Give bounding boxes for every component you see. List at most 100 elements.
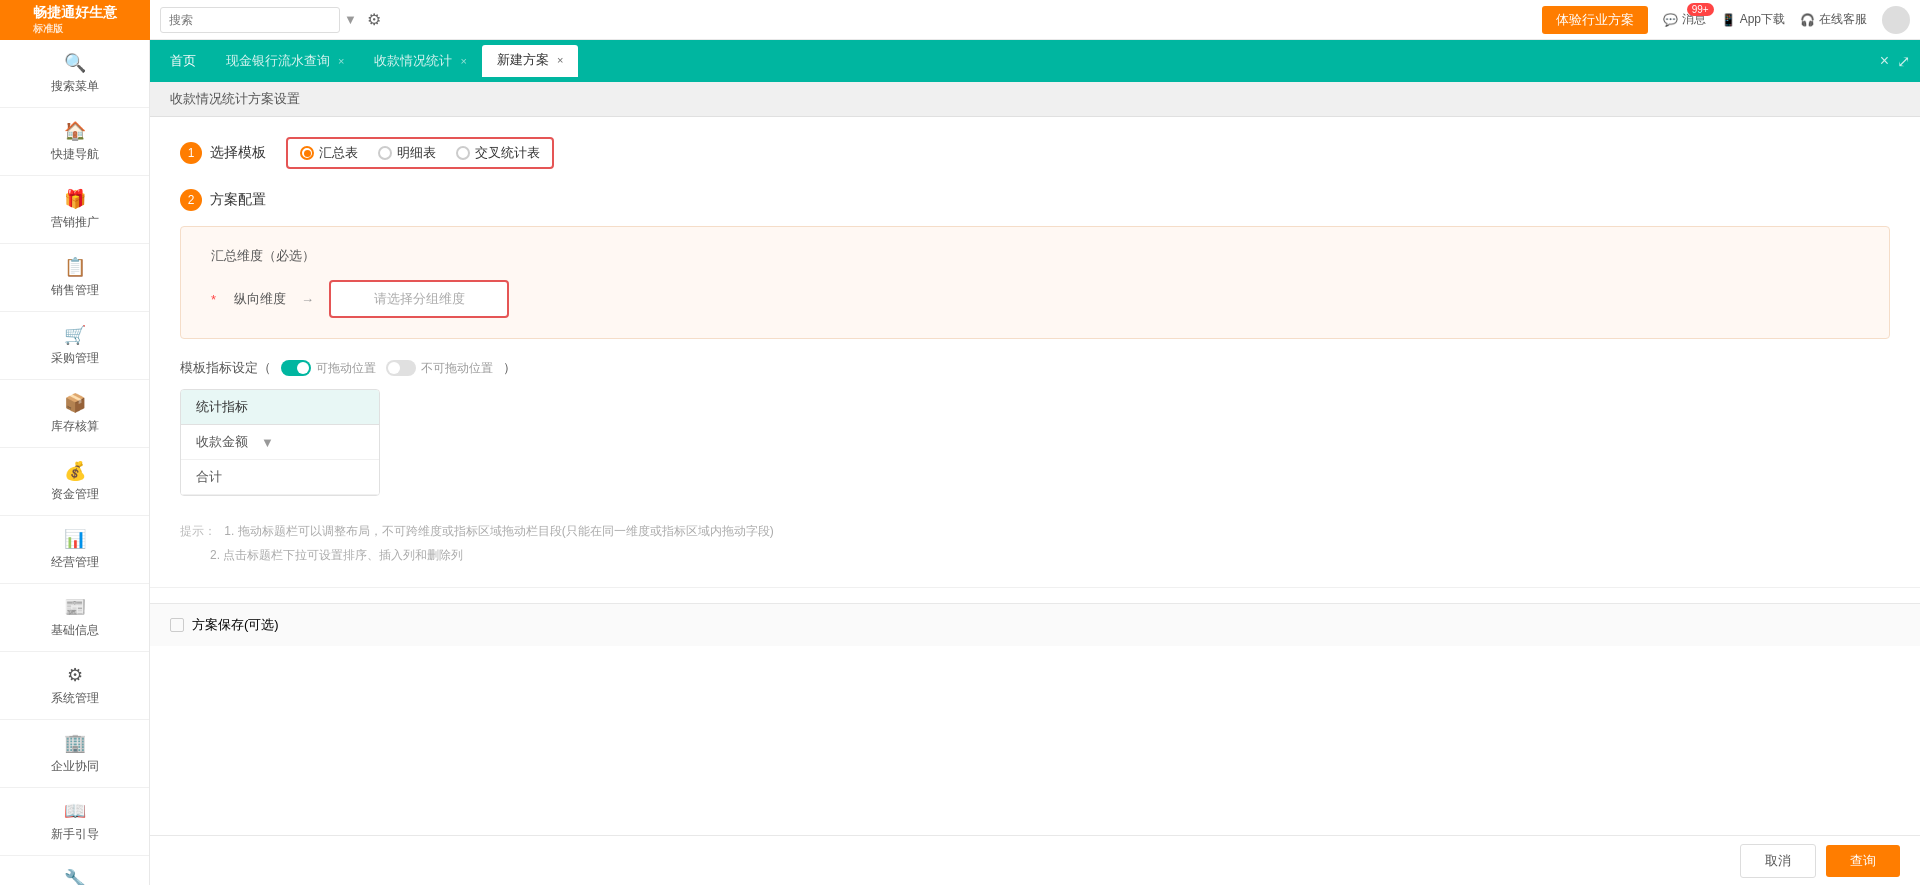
cart-icon: 🛒	[64, 324, 86, 346]
tab-cashflow[interactable]: 现金银行流水查询 ×	[211, 45, 359, 77]
indicator-item-0[interactable]: 收款金额 ▼	[181, 425, 379, 460]
step1-badge: 1	[180, 142, 202, 164]
step1-label: 选择模板	[210, 144, 266, 162]
radio-detail[interactable]: 明细表	[378, 144, 436, 162]
tab-home-label: 首页	[170, 52, 196, 70]
app-download-label: App下载	[1740, 11, 1785, 28]
tab-receipts[interactable]: 收款情况统计 ×	[359, 45, 481, 77]
tab-home[interactable]: 首页	[155, 45, 211, 77]
sidebar: 🔍 搜索菜单 🏠 快捷导航 🎁 营销推广 📋 销售管理 🛒 采购管理 📦 库存核…	[0, 40, 150, 885]
tip-item-0: 1. 拖动标题栏可以调整布局，不可跨维度或指标区域拖动栏目段(只能在同一维度或指…	[224, 524, 773, 538]
sidebar-item-guide[interactable]: 📖 新手引导	[0, 788, 149, 856]
toggle1-text: 可拖动位置	[316, 360, 376, 377]
step2-label: 方案配置	[210, 191, 266, 209]
step2-section: 2 方案配置 汇总维度（必选） * 纵向维度 → 请选择分组维度	[180, 189, 1890, 567]
dimension-title: 汇总维度（必选）	[211, 247, 1859, 265]
top-header: 畅捷通好生意 标准版 ▼ ⚙ 体验行业方案 💬 消息 99+ 📱 App下载 🎧…	[0, 0, 1920, 40]
sidebar-label-system: 系统管理	[51, 690, 99, 707]
indicator-settings-header: 模板指标设定（ 可拖动位置 不可拖动位置 ）	[180, 359, 1890, 377]
window-close-button[interactable]: ×	[1880, 52, 1889, 70]
toggle1-box[interactable]	[281, 360, 311, 376]
sidebar-label-inventory: 库存核算	[51, 418, 99, 435]
tips-section: 提示： 1. 拖动标题栏可以调整布局，不可跨维度或指标区域拖动栏目段(只能在同一…	[180, 519, 1890, 567]
dimension-placeholder: 请选择分组维度	[374, 290, 465, 308]
sidebar-label-collab: 企业协同	[51, 758, 99, 775]
radio-cross-label: 交叉统计表	[475, 144, 540, 162]
sidebar-label-nav: 快捷导航	[51, 146, 99, 163]
dimension-selector[interactable]: 请选择分组维度	[329, 280, 509, 318]
home-icon: 🏠	[64, 120, 86, 142]
sidebar-item-search[interactable]: 🔍 搜索菜单	[0, 40, 149, 108]
sidebar-item-purchase[interactable]: 🛒 采购管理	[0, 312, 149, 380]
step2-badge: 2	[180, 189, 202, 211]
tab-cashflow-close[interactable]: ×	[338, 55, 344, 67]
logo: 畅捷通好生意 标准版	[0, 0, 150, 40]
sidebar-item-business[interactable]: 📊 经营管理	[0, 516, 149, 584]
gift-icon: 🎁	[64, 188, 86, 210]
tab-receipts-label: 收款情况统计	[374, 52, 452, 70]
sidebar-item-system[interactable]: ⚙ 系统管理	[0, 652, 149, 720]
sidebar-item-inventory[interactable]: 📦 库存核算	[0, 380, 149, 448]
industry-button[interactable]: 体验行业方案	[1542, 6, 1648, 34]
tab-bar: 首页 现金银行流水查询 × 收款情况统计 × 新建方案 × × ⤢	[150, 40, 1920, 82]
sidebar-item-basic[interactable]: 📰 基础信息	[0, 584, 149, 652]
header-actions: 体验行业方案 💬 消息 99+ 📱 App下载 🎧 在线客服	[1542, 6, 1910, 34]
dimension-row: * 纵向维度 → 请选择分组维度	[211, 280, 1859, 318]
info-icon: 📰	[64, 596, 86, 618]
sidebar-label-marketing: 营销推广	[51, 214, 99, 231]
radio-detail-circle	[378, 146, 392, 160]
tab-receipts-close[interactable]: ×	[460, 55, 466, 67]
search-icon: 🔍	[64, 52, 86, 74]
tip-item-1: 2. 点击标题栏下拉可设置排序、插入列和删除列	[210, 548, 463, 562]
sidebar-item-finance[interactable]: 💰 资金管理	[0, 448, 149, 516]
search-dropdown-icon[interactable]: ▼	[344, 12, 357, 27]
window-expand-button[interactable]: ⤢	[1897, 52, 1910, 71]
toggle1-label: 可拖动位置	[281, 360, 376, 377]
form-section: 1 选择模板 汇总表 明细表	[150, 117, 1920, 587]
sidebar-item-collab[interactable]: 🏢 企业协同	[0, 720, 149, 788]
divider	[150, 587, 1920, 588]
sidebar-item-marketing[interactable]: 🎁 营销推广	[0, 176, 149, 244]
sidebar-label-purchase: 采购管理	[51, 350, 99, 367]
query-button[interactable]: 查询	[1826, 845, 1900, 877]
page-title: 收款情况统计方案设置	[170, 91, 300, 106]
app-download-item[interactable]: 📱 App下载	[1721, 11, 1785, 28]
sidebar-label-sales: 销售管理	[51, 282, 99, 299]
radio-summary[interactable]: 汇总表	[300, 144, 358, 162]
system-icon: ⚙	[67, 664, 83, 686]
sidebar-label-basic: 基础信息	[51, 622, 99, 639]
toggle2-label: 不可拖动位置	[386, 360, 493, 377]
toggle2-box[interactable]	[386, 360, 416, 376]
guide-icon: 📖	[64, 800, 86, 822]
sidebar-item-hardware[interactable]: 🔧 智能硬件	[0, 856, 149, 885]
indicator-label-0: 收款金额	[196, 433, 248, 451]
search-input[interactable]	[160, 7, 340, 33]
indicator-settings-title: 模板指标设定（	[180, 359, 271, 377]
money-icon: 💰	[64, 460, 86, 482]
sidebar-label-guide: 新手引导	[51, 826, 99, 843]
bottom-bar: 取消 查询	[150, 835, 1920, 885]
sidebar-label-finance: 资金管理	[51, 486, 99, 503]
tab-cashflow-label: 现金银行流水查询	[226, 52, 330, 70]
online-service-item[interactable]: 🎧 在线客服	[1800, 11, 1867, 28]
main-wrapper: 🔍 搜索菜单 🏠 快捷导航 🎁 营销推广 📋 销售管理 🛒 采购管理 📦 库存核…	[0, 40, 1920, 885]
gear-icon[interactable]: ⚙	[367, 10, 381, 29]
template-radio-group: 汇总表 明细表 交叉统计表	[286, 137, 554, 169]
tab-new-scheme-close[interactable]: ×	[557, 54, 563, 66]
notification-item[interactable]: 💬 消息 99+	[1663, 11, 1706, 28]
tab-new-scheme[interactable]: 新建方案 ×	[482, 45, 578, 77]
save-checkbox[interactable]	[170, 618, 184, 632]
indicator-table-header: 统计指标	[181, 390, 379, 425]
indicator-item-1[interactable]: 合计	[181, 460, 379, 495]
radio-cross[interactable]: 交叉统计表	[456, 144, 540, 162]
tab-bar-controls: × ⤢	[1880, 52, 1915, 71]
tips-title: 提示：	[180, 524, 216, 538]
user-avatar[interactable]	[1882, 6, 1910, 34]
dropdown-arrow-icon[interactable]: ▼	[261, 435, 274, 450]
indicator-block: 模板指标设定（ 可拖动位置 不可拖动位置 ）	[180, 359, 1890, 567]
sidebar-item-nav[interactable]: 🏠 快捷导航	[0, 108, 149, 176]
section-title: 收款情况统计方案设置	[150, 82, 1920, 117]
vertical-dimension-label: 纵向维度	[234, 290, 286, 308]
sidebar-item-sales[interactable]: 📋 销售管理	[0, 244, 149, 312]
cancel-button[interactable]: 取消	[1740, 844, 1816, 878]
